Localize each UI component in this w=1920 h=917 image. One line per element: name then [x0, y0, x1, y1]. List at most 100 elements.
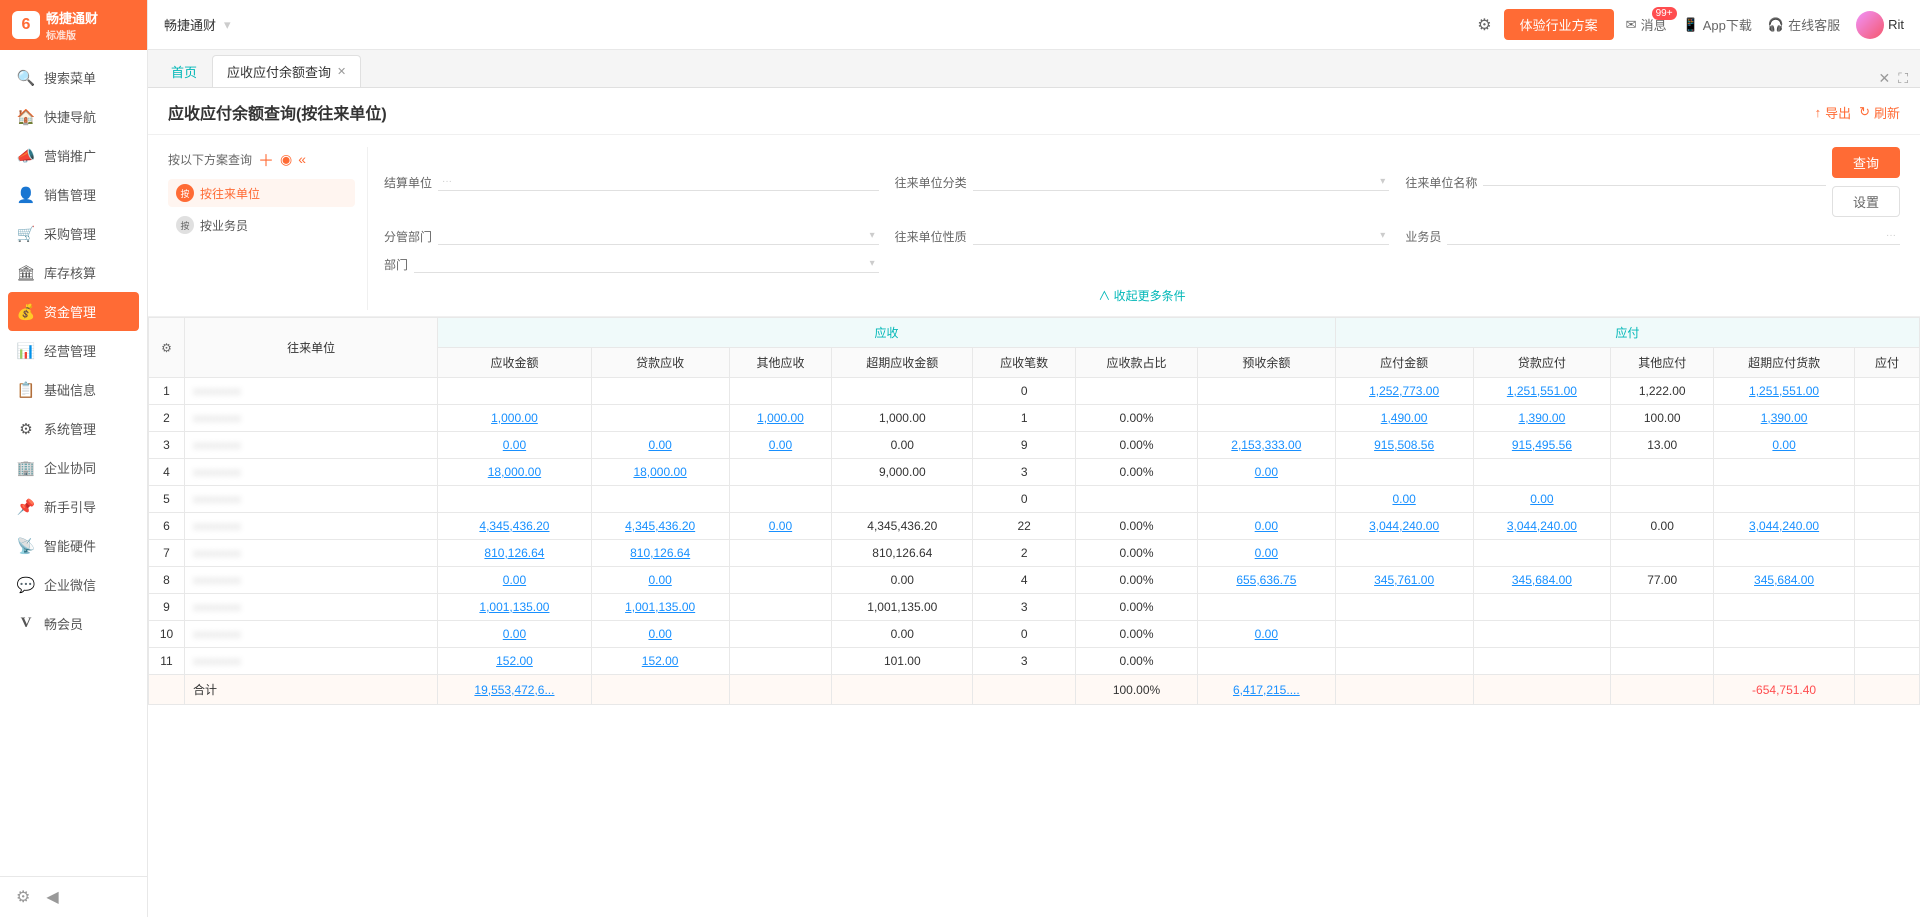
- search-menu-icon: 🔍: [16, 69, 36, 87]
- filter-field-settlement: 结算单位 ···: [384, 173, 879, 201]
- dept-chevron-icon: ▾: [870, 230, 875, 241]
- scheme-by-unit[interactable]: 按 按往来单位: [168, 179, 355, 207]
- th-ap-amount: 应付金额: [1335, 348, 1473, 378]
- sidebar-settings-icon[interactable]: ⚙: [16, 887, 30, 907]
- total-ar-total[interactable]: 19,553,472,6...: [438, 675, 592, 705]
- sidebar-item-quick-nav[interactable]: 🏠 快捷导航: [0, 97, 147, 136]
- table-row: 6xxxxxxxx4,345,436.204,345,436.200.004,3…: [149, 513, 1920, 540]
- filter-collapse-bar: ∧ 收起更多条件: [384, 283, 1900, 310]
- sidebar-bottom: ⚙ ◀: [0, 876, 147, 917]
- filter-settlement-label: 结算单位: [384, 174, 432, 191]
- total-empty: [149, 675, 185, 705]
- warehouse-icon: 🏛: [16, 264, 36, 282]
- refresh-label: 刷新: [1874, 103, 1900, 122]
- sidebar-item-label: 畅会员: [44, 614, 83, 633]
- window-close-icon[interactable]: ✕: [1878, 70, 1890, 87]
- unit-name: xxxxxxxx: [185, 648, 438, 675]
- messages-button[interactable]: ✉ 消息 99+: [1626, 15, 1667, 34]
- sales-icon: 👤: [16, 186, 36, 204]
- total-ar-count: [973, 675, 1076, 705]
- unit-name: xxxxxxxx: [185, 378, 438, 405]
- header-settings-icon[interactable]: ⚙: [1477, 15, 1491, 35]
- total-prepay[interactable]: 6,417,215....: [1197, 675, 1335, 705]
- sidebar-item-search-menu[interactable]: 🔍 搜索菜单: [0, 58, 147, 97]
- th-ap-rest: 应付: [1855, 348, 1920, 378]
- online-service-button[interactable]: 🎧 在线客服: [1768, 15, 1840, 34]
- sidebar-item-wechat[interactable]: 💬 企业微信: [0, 565, 147, 604]
- unit-name: xxxxxxxx: [185, 459, 438, 486]
- sidebar-item-system[interactable]: ⚙ 系统管理: [0, 409, 147, 448]
- total-ar-other: [729, 675, 832, 705]
- marketing-icon: 📣: [16, 147, 36, 165]
- purchase-icon: 🛒: [16, 225, 36, 243]
- breadcrumb-chevron: ▾: [224, 17, 231, 33]
- collapse-button[interactable]: ∧ 收起更多条件: [1098, 289, 1185, 303]
- sidebar-item-vip[interactable]: V 畅会员: [0, 604, 147, 643]
- th-ar-loan: 贷款应收: [591, 348, 729, 378]
- filter-area: 按以下方案查询 ＋ ◉ « 按 按往来单位 按 按业务员 结算单位 ·: [148, 135, 1920, 317]
- add-scheme-icon[interactable]: ＋: [258, 147, 274, 171]
- filter-nature-input[interactable]: ▾: [973, 227, 1390, 245]
- table-row: 1xxxxxxxx01,252,773.001,251,551.001,222.…: [149, 378, 1920, 405]
- filter-category-input[interactable]: ▾: [973, 173, 1390, 191]
- subdept-chevron-icon: ▾: [870, 258, 875, 269]
- th-ar-ratio: 应收款占比: [1076, 348, 1198, 378]
- main-content: 应收应付余额查询(按往来单位) ↑ 导出 ↻ 刷新 按以下方案查询 ＋ ◉ « …: [148, 88, 1920, 917]
- user-avatar-area[interactable]: Rit: [1856, 11, 1904, 39]
- sidebar-item-guide[interactable]: 📌 新手引导: [0, 487, 147, 526]
- sidebar-item-marketing[interactable]: 📣 营销推广: [0, 136, 147, 175]
- export-button[interactable]: ↑ 导出: [1815, 103, 1852, 122]
- sidebar-item-label: 企业协同: [44, 458, 96, 477]
- sidebar-item-label: 新手引导: [44, 497, 96, 516]
- sidebar-item-enterprise[interactable]: 🏢 企业协同: [0, 448, 147, 487]
- basic-icon: 📋: [16, 381, 36, 399]
- refresh-button[interactable]: ↻ 刷新: [1859, 103, 1900, 122]
- table-row: 10xxxxxxxx0.000.000.0000.00%0.00: [149, 621, 1920, 648]
- tabs-bar: 首页 应收应付余额查询 ✕ ✕ ⛶: [148, 50, 1920, 88]
- trial-button[interactable]: 体验行业方案: [1504, 9, 1614, 40]
- sidebar: 6 畅捷通财 标准版 🔍 搜索菜单 🏠 快捷导航 📣 营销推广 👤 销售管理 🛒…: [0, 0, 148, 917]
- scheme-settings-icon[interactable]: ◉: [280, 151, 292, 168]
- sidebar-item-purchase[interactable]: 🛒 采购管理: [0, 214, 147, 253]
- filter-dept-input[interactable]: ▾: [438, 227, 879, 245]
- app-download-icon: 📱: [1683, 17, 1699, 33]
- filter-salesman-input[interactable]: ···: [1447, 227, 1900, 245]
- sidebar-item-hardware[interactable]: 📡 智能硬件: [0, 526, 147, 565]
- sidebar-item-sales[interactable]: 👤 销售管理: [0, 175, 147, 214]
- operation-icon: 📊: [16, 342, 36, 360]
- query-button[interactable]: 查询: [1832, 147, 1900, 178]
- wechat-icon: 💬: [16, 576, 36, 594]
- app-download-button[interactable]: 📱 App下载: [1683, 15, 1752, 34]
- scheme-collapse-icon[interactable]: «: [298, 151, 306, 167]
- table-row: 2xxxxxxxx1,000.001,000.001,000.0010.00%1…: [149, 405, 1920, 432]
- filter-category-label: 往来单位分类: [895, 174, 967, 191]
- sidebar-collapse-icon[interactable]: ◀: [46, 887, 58, 907]
- sidebar-item-finance[interactable]: 💰 资金管理: [8, 292, 139, 331]
- th-ar-other: 其他应收: [729, 348, 832, 378]
- table-settings-icon[interactable]: ⚙: [161, 341, 172, 355]
- scheme-by-salesman[interactable]: 按 按业务员: [168, 211, 355, 239]
- sidebar-item-operation[interactable]: 📊 经营管理: [0, 331, 147, 370]
- unit-name: xxxxxxxx: [185, 540, 438, 567]
- setting-button[interactable]: 设置: [1832, 186, 1900, 217]
- online-service-icon: 🎧: [1768, 17, 1784, 33]
- sidebar-item-basic[interactable]: 📋 基础信息: [0, 370, 147, 409]
- window-maximize-icon[interactable]: ⛶: [1898, 70, 1908, 87]
- th-group-ap: 应付: [1335, 318, 1919, 348]
- filter-unitname-input[interactable]: [1483, 179, 1826, 186]
- filter-field-category: 往来单位分类 ▾: [895, 173, 1390, 201]
- sidebar-item-warehouse[interactable]: 🏛 库存核算: [0, 253, 147, 292]
- tab-home[interactable]: 首页: [156, 55, 212, 87]
- total-ar-overdue: [832, 675, 973, 705]
- sidebar-item-label: 经营管理: [44, 341, 96, 360]
- salesman-dots: ···: [1886, 230, 1896, 241]
- tab-arbalance[interactable]: 应收应付余额查询 ✕: [212, 55, 361, 87]
- logo-text: 畅捷通财: [46, 8, 98, 27]
- sidebar-item-label: 企业微信: [44, 575, 96, 594]
- tab-close-icon[interactable]: ✕: [337, 65, 346, 78]
- filter-settlement-input[interactable]: ···: [438, 173, 879, 191]
- unit-name: xxxxxxxx: [185, 405, 438, 432]
- filter-subdept-input[interactable]: ▾: [414, 255, 879, 273]
- th-ar-overdue: 超期应收金额: [832, 348, 973, 378]
- header: 畅捷通财 ▾ ⚙ 体验行业方案 ✉ 消息 99+ 📱 App下载 🎧 在线客服 …: [148, 0, 1920, 50]
